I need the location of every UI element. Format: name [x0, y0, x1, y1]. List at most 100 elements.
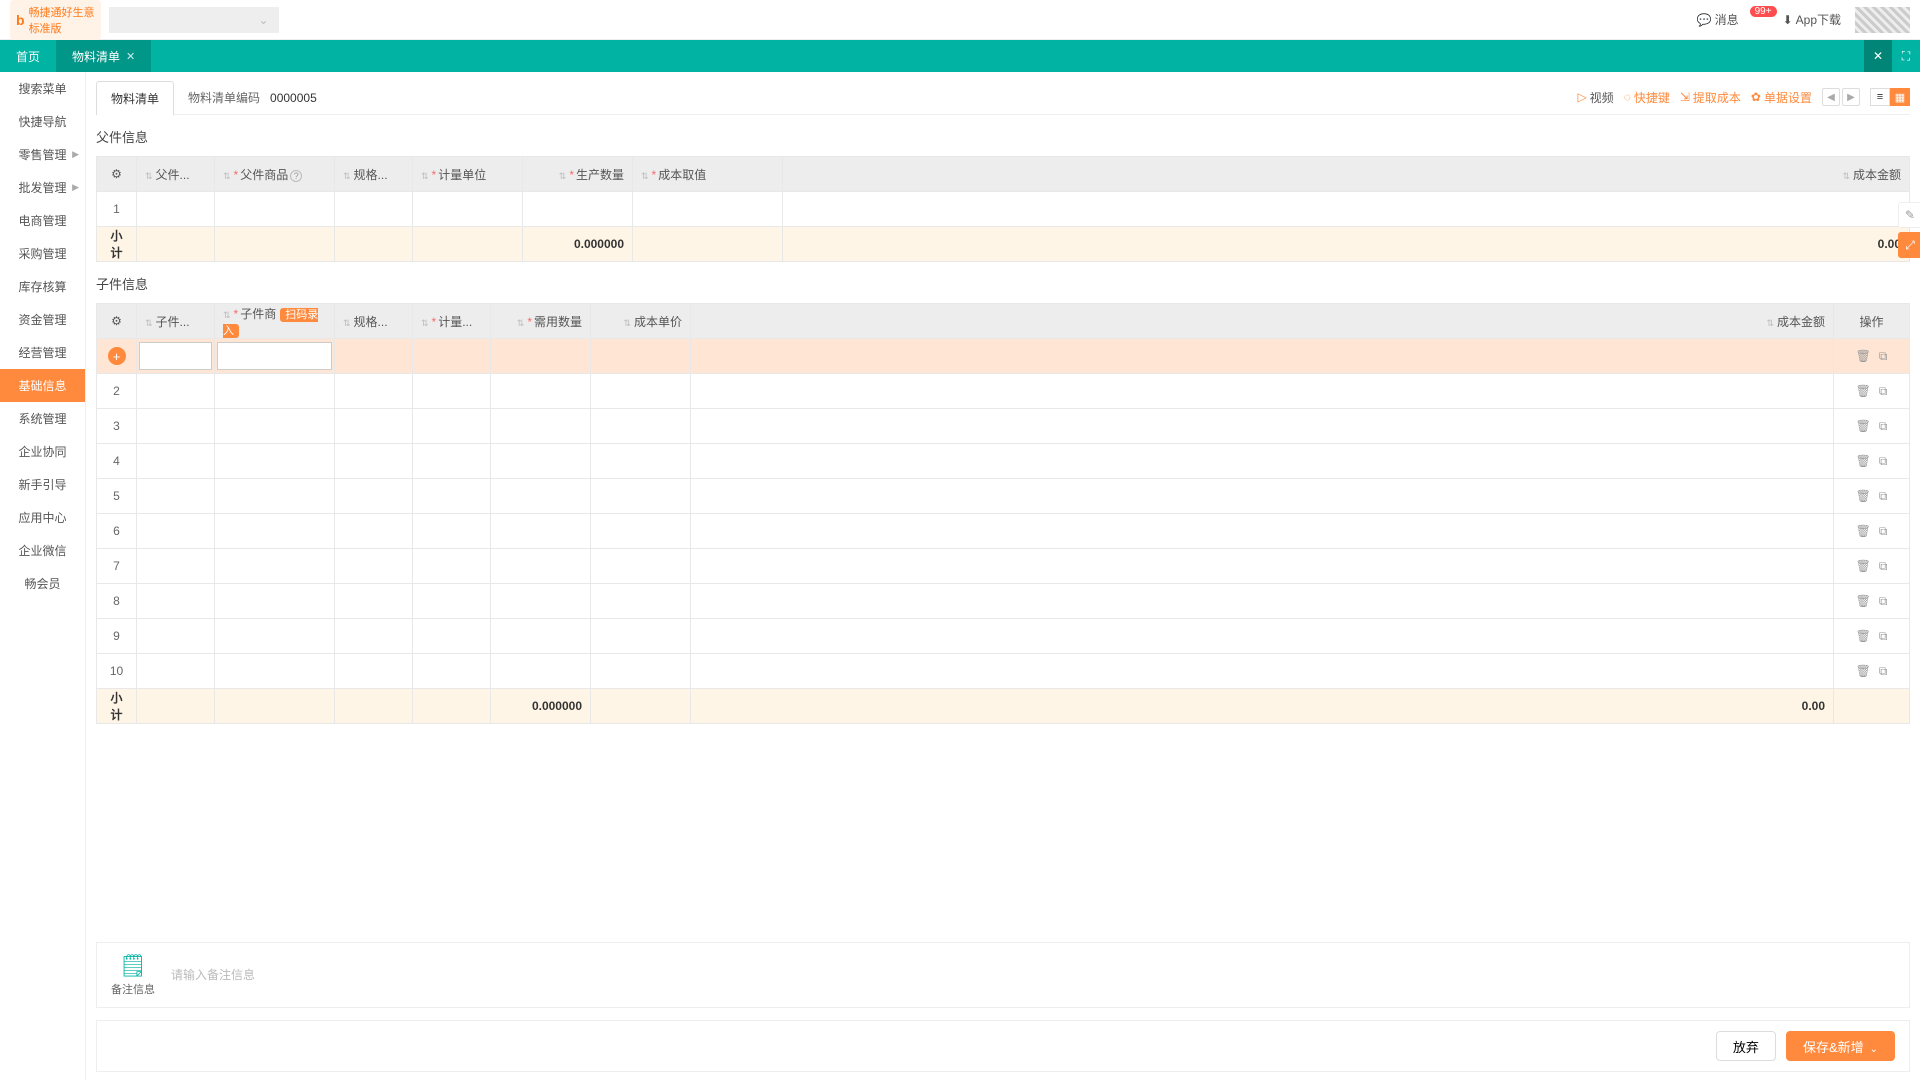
col-parent-cost-amt[interactable]: ⇅成本金额 [783, 157, 1910, 192]
sidebar-item-system[interactable]: 系统管理 [0, 402, 85, 435]
col-parent-product[interactable]: ⇅*父件商品? [215, 157, 335, 192]
delete-row-icon[interactable]: 🗑 [1856, 629, 1871, 644]
sidebar-item-inventory[interactable]: 库存核算 [0, 270, 85, 303]
next-arrow-icon[interactable]: ▶ [1842, 88, 1860, 106]
child-row[interactable]: 7 🗑 ⧉ [97, 549, 1910, 584]
delete-row-icon[interactable]: 🗑 [1856, 419, 1871, 434]
col-parent-unit[interactable]: ⇅*计量单位 [413, 157, 523, 192]
delete-row-icon[interactable]: 🗑 [1856, 489, 1871, 504]
child-row[interactable]: 10🗑⧉ [97, 654, 1910, 689]
tab-close-all[interactable]: ✕ [1864, 40, 1892, 72]
tab-bom[interactable]: 物料清单 ✕ [56, 40, 151, 72]
brand-text: 畅捷通好生意 [29, 7, 95, 19]
gear-col[interactable]: ⚙ [97, 157, 137, 192]
delete-row-icon[interactable]: 🗑 [1856, 454, 1871, 469]
tab-home[interactable]: 首页 [0, 40, 56, 72]
sidebar-item-purchase[interactable]: 采购管理 [0, 237, 85, 270]
sidebar-item-wechat[interactable]: 企业微信 [0, 534, 85, 567]
act-extract-cost[interactable]: ⇲提取成本 [1680, 89, 1741, 106]
col-child-price[interactable]: ⇅成本单价 [591, 304, 691, 339]
remark-input[interactable] [171, 968, 1895, 982]
messages-link[interactable]: 💬 消息 99+ [1697, 11, 1769, 28]
row-number: 7 [97, 549, 137, 584]
copy-row-icon[interactable]: ⧉ [1879, 384, 1888, 399]
sidebar-item-member[interactable]: 畅会员 [0, 567, 85, 600]
sidebar-item-label: 畅会员 [24, 575, 60, 592]
act-hotkey[interactable]: ◌快捷键 [1624, 89, 1670, 106]
col-child-cost-amt[interactable]: ⇅成本金额 [691, 304, 1834, 339]
child-row[interactable]: 6🗑⧉ [97, 514, 1910, 549]
chevron-down-icon: ⌄ [259, 13, 269, 27]
copy-row-icon[interactable]: ⧉ [1879, 559, 1888, 574]
sidebar-item-label: 采购管理 [18, 245, 66, 262]
view-detail-icon[interactable]: ▦ [1890, 88, 1910, 106]
sidebar-item-basic[interactable]: 基础信息 [0, 369, 85, 402]
copy-row-icon[interactable]: ⧉ [1879, 594, 1888, 609]
tab-expand[interactable]: ⛶ [1892, 40, 1920, 72]
col-child-code[interactable]: ⇅子件... [137, 304, 215, 339]
app-download-link[interactable]: ⬇ App下载 [1783, 11, 1841, 28]
act-doc-setting[interactable]: ✿单据设置 [1751, 89, 1812, 106]
discard-button[interactable]: 放弃 [1716, 1031, 1776, 1061]
child-code-input[interactable] [139, 342, 212, 370]
sidebar-item-label: 零售管理 [18, 146, 66, 163]
copy-row-icon[interactable]: ⧉ [1879, 489, 1888, 504]
delete-row-icon[interactable]: 🗑 [1856, 384, 1871, 399]
save-new-button[interactable]: 保存&新增⌄ [1786, 1031, 1895, 1061]
col-child-unit[interactable]: ⇅*计量... [413, 304, 491, 339]
sub-tab-bom[interactable]: 物料清单 [96, 81, 174, 115]
col-child-qty[interactable]: ⇅*需用数量 [491, 304, 591, 339]
gear-icon: ⚙ [111, 314, 122, 328]
child-row[interactable]: 3🗑⧉ [97, 409, 1910, 444]
copy-row-icon[interactable]: ⧉ [1879, 664, 1888, 679]
child-row[interactable]: 4🗑⧉ [97, 444, 1910, 479]
sidebar-item-label: 经营管理 [18, 344, 66, 361]
add-row-icon[interactable]: + [108, 347, 126, 365]
primary-dock-icon[interactable]: ⤢ [1898, 232, 1920, 258]
sidebar-item-ecommerce[interactable]: 电商管理 [0, 204, 85, 237]
child-row[interactable]: 8🗑⧉ [97, 584, 1910, 619]
sidebar-item-search-menu[interactable]: 搜索菜单 [0, 72, 85, 105]
sidebar-item-retail[interactable]: 零售管理▶ [0, 138, 85, 171]
delete-row-icon[interactable]: 🗑 [1856, 664, 1871, 679]
delete-row-icon[interactable]: 🗑 [1856, 594, 1871, 609]
sidebar-item-finance[interactable]: 资金管理 [0, 303, 85, 336]
parent-row[interactable]: 1 [97, 192, 1910, 227]
copy-row-icon[interactable]: ⧉ [1879, 419, 1888, 434]
sidebar-item-guide[interactable]: 新手引导 [0, 468, 85, 501]
tab-label: 物料清单 [72, 48, 120, 65]
sidebar-item-quick-nav[interactable]: 快捷导航 [0, 105, 85, 138]
col-child-spec[interactable]: ⇅规格... [335, 304, 413, 339]
sidebar-item-operation[interactable]: 经营管理 [0, 336, 85, 369]
copy-row-icon[interactable]: ⧉ [1879, 349, 1888, 364]
child-row[interactable]: + 🗑 ⧉ [97, 339, 1910, 374]
copy-row-icon[interactable]: ⧉ [1879, 629, 1888, 644]
sidebar-item-apps[interactable]: 应用中心 [0, 501, 85, 534]
delete-row-icon[interactable]: 🗑 [1856, 349, 1871, 364]
help-icon: ? [290, 170, 302, 182]
delete-row-icon[interactable]: 🗑 [1856, 559, 1871, 574]
col-parent-spec[interactable]: ⇅规格... [335, 157, 413, 192]
col-parent-cost-src[interactable]: ⇅*成本取值 [633, 157, 783, 192]
col-child-product[interactable]: ⇅*子件商扫码录入 [215, 304, 335, 339]
prev-arrow-icon[interactable]: ◀ [1822, 88, 1840, 106]
edit-dock-icon[interactable]: ✎ [1898, 202, 1920, 228]
child-product-input[interactable] [217, 342, 332, 370]
doc-sub-tabs: 物料清单 [96, 80, 174, 114]
act-video[interactable]: ▷视频 [1577, 89, 1613, 106]
child-row[interactable]: 9🗑⧉ [97, 619, 1910, 654]
copy-row-icon[interactable]: ⧉ [1879, 454, 1888, 469]
sidebar-item-wholesale[interactable]: 批发管理▶ [0, 171, 85, 204]
close-icon[interactable]: ✕ [126, 50, 135, 63]
avatar[interactable] [1855, 7, 1910, 33]
sidebar-item-coop[interactable]: 企业协同 [0, 435, 85, 468]
delete-row-icon[interactable]: 🗑 [1856, 524, 1871, 539]
company-selector[interactable]: ⌄ [109, 7, 279, 33]
gear-col[interactable]: ⚙ [97, 304, 137, 339]
child-row[interactable]: 2🗑⧉ [97, 374, 1910, 409]
view-list-icon[interactable]: ≡ [1870, 88, 1890, 106]
copy-row-icon[interactable]: ⧉ [1879, 524, 1888, 539]
col-parent-qty[interactable]: ⇅*生产数量 [523, 157, 633, 192]
col-parent-code[interactable]: ⇅父件... [137, 157, 215, 192]
child-row[interactable]: 5🗑⧉ [97, 479, 1910, 514]
